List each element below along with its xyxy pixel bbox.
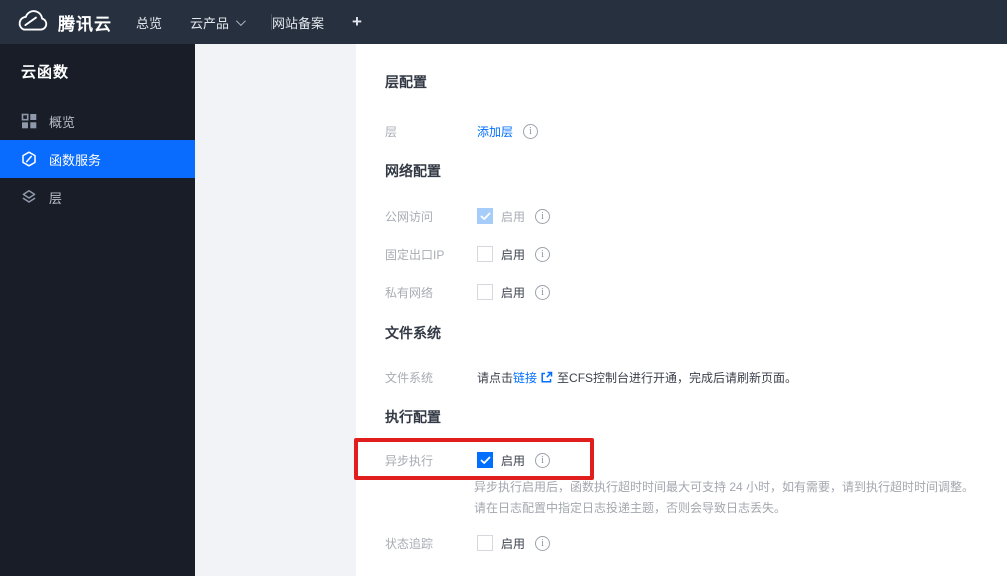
form-row-async-execution: 异步执行 启用 i <box>385 450 551 470</box>
status-tracking-checkbox[interactable] <box>477 535 493 551</box>
public-network-access-checkbox[interactable] <box>477 208 493 224</box>
form-row-layer: 层 添加层 i <box>385 121 539 141</box>
section-heading-layer-config: 层配置 <box>385 74 427 90</box>
info-icon[interactable]: i <box>535 535 551 551</box>
sidebar-menu: 概览 函数服务 层 <box>0 102 195 216</box>
cfs-console-link[interactable]: 链接 <box>513 369 537 386</box>
info-icon[interactable]: i <box>523 123 539 139</box>
sidebar: 云函数 概览 函数服务 层 <box>0 44 195 576</box>
tencent-cloud-logo-icon <box>18 10 48 31</box>
secondary-panel <box>195 44 356 576</box>
nav-overview[interactable]: 总览 <box>136 13 162 32</box>
enable-label: 启用 <box>501 453 526 468</box>
enable-label: 启用 <box>501 285 526 300</box>
field-label: 层 <box>385 124 398 139</box>
form-row-private-network: 私有网络 启用 i <box>385 282 551 302</box>
helper-line: 异步执行启用后，函数执行超时时间最大可支持 24 小时，如有需要，请到执行超时时… <box>474 480 975 494</box>
nav-add-tab-button[interactable]: + <box>352 12 362 32</box>
field-label: 异步执行 <box>385 453 434 468</box>
sidebar-item-label: 函数服务 <box>49 152 102 168</box>
external-link-icon <box>541 371 553 383</box>
sidebar-item-layers[interactable]: 层 <box>0 178 195 216</box>
checkmark-icon <box>480 212 490 220</box>
sidebar-item-label: 概览 <box>49 114 76 130</box>
private-network-checkbox[interactable] <box>477 284 493 300</box>
section-heading-file-system: 文件系统 <box>385 325 441 341</box>
form-row-status-tracking: 状态追踪 启用 i <box>385 533 551 553</box>
sidebar-title: 云函数 <box>21 64 70 81</box>
brand-home-link[interactable]: 腾讯云 <box>0 9 112 35</box>
chevron-down-icon <box>235 15 246 26</box>
field-label: 文件系统 <box>385 370 434 385</box>
nav-website-beian[interactable]: 网站备案 <box>272 13 324 32</box>
enable-label: 启用 <box>501 247 526 262</box>
form-row-fixed-outbound-ip: 固定出口IP 启用 i <box>385 244 551 264</box>
nav-cloud-products[interactable]: 云产品 <box>190 13 246 32</box>
settings-panel: 层配置 层 添加层 i 网络配置 公网访问 启用 i 固定出口IP 启用 i 私… <box>354 44 1007 576</box>
info-icon[interactable]: i <box>535 284 551 300</box>
add-layer-link[interactable]: 添加层 <box>477 123 513 140</box>
top-navigation: 总览 云产品 网站备案 + <box>136 12 362 32</box>
layers-icon <box>22 190 36 203</box>
grid-overview-icon <box>21 113 37 129</box>
section-heading-execution-config: 执行配置 <box>385 409 441 425</box>
hexagon-function-icon <box>22 151 36 167</box>
file-system-hint-after: 至CFS控制台进行开通，完成后请刷新页面。 <box>557 370 798 385</box>
info-icon[interactable]: i <box>535 246 551 262</box>
info-icon[interactable]: i <box>535 452 551 468</box>
form-row-file-system: 文件系统 请点击 链接 至CFS控制台进行开通，完成后请刷新页面。 <box>385 367 797 387</box>
fixed-outbound-ip-checkbox[interactable] <box>477 246 493 262</box>
section-heading-network-config: 网络配置 <box>385 163 441 179</box>
field-label: 公网访问 <box>385 209 434 224</box>
field-label: 固定出口IP <box>385 247 445 262</box>
field-label: 状态追踪 <box>385 536 434 551</box>
helper-line: 请在日志配置中指定日志投递主题，否则会导致日志丢失。 <box>474 501 787 515</box>
sidebar-item-label: 层 <box>49 190 63 206</box>
async-execution-checkbox[interactable] <box>477 452 493 468</box>
field-label: 私有网络 <box>385 285 434 300</box>
enable-label: 启用 <box>501 209 526 224</box>
async-execution-helper-text: 异步执行启用后，函数执行超时时间最大可支持 24 小时，如有需要，请到执行超时时… <box>474 477 994 519</box>
info-icon[interactable]: i <box>535 208 551 224</box>
brand-name: 腾讯云 <box>58 14 112 34</box>
topbar: 腾讯云 总览 云产品 网站备案 + <box>0 0 1007 44</box>
checkmark-icon <box>480 456 490 464</box>
enable-label: 启用 <box>501 536 526 551</box>
sidebar-item-overview[interactable]: 概览 <box>0 102 195 140</box>
sidebar-item-function-service[interactable]: 函数服务 <box>0 140 195 178</box>
file-system-hint-before: 请点击 <box>477 370 514 385</box>
form-row-public-network-access: 公网访问 启用 i <box>385 206 551 226</box>
